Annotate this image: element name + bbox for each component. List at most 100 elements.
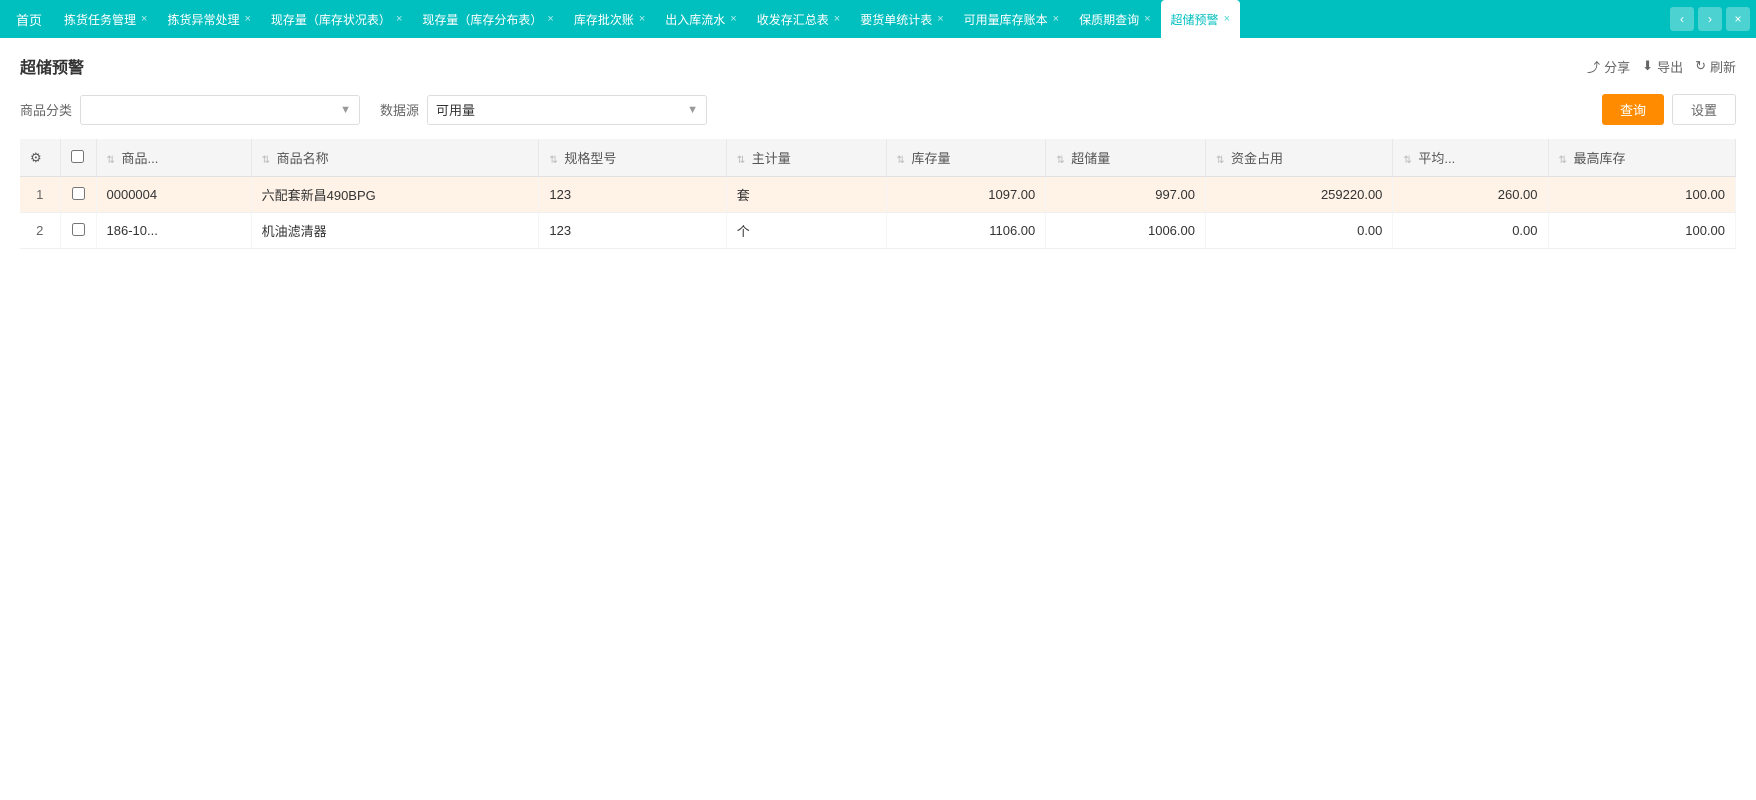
sort-icon: ⇅ <box>897 155 905 166</box>
sort-icon: ⇅ <box>1056 155 1064 166</box>
settings-button[interactable]: 设置 <box>1672 94 1736 125</box>
cell-product-name: 机油滤清器 <box>251 213 539 249</box>
top-navigation: 首页 拣货任务管理 × 拣货异常处理 × 现存量（库存状况表） × 现存量（库存… <box>0 0 1756 38</box>
tab-chaocuyujing[interactable]: 超储预警 × <box>1161 0 1240 38</box>
row-checkbox-cell[interactable] <box>60 177 96 213</box>
col-header-overflow[interactable]: ⇅ 超储量 <box>1046 139 1206 177</box>
category-label: 商品分类 <box>20 100 72 119</box>
col-header-stock[interactable]: ⇅ 库存量 <box>886 139 1046 177</box>
home-tab[interactable]: 首页 <box>4 0 54 38</box>
col-label-product-code: 商品... <box>122 151 159 166</box>
cell-product-code: 186-10... <box>96 213 251 249</box>
select-all-checkbox[interactable] <box>71 150 84 163</box>
table-header-row: ⚙ ⇅ 商品... ⇅ 商品名称 ⇅ 规格型号 ⇅ <box>20 139 1736 177</box>
chevron-down-icon: ▼ <box>340 104 351 116</box>
close-icon[interactable]: × <box>639 13 645 25</box>
table-row: 2 186-10... 机油滤清器 123 个 1106.00 1006.00 … <box>20 213 1736 249</box>
col-label-avg: 平均... <box>1418 151 1455 166</box>
sort-icon: ⇅ <box>737 155 745 166</box>
tab-xiancunliang-zhuangkuang[interactable]: 现存量（库存状况表） × <box>261 0 412 38</box>
cell-unit: 个 <box>726 213 886 249</box>
col-header-max-stock[interactable]: ⇅ 最高库存 <box>1548 139 1735 177</box>
tab-shofacunhuizong[interactable]: 收发存汇总表 × <box>747 0 850 38</box>
col-label-overflow: 超储量 <box>1071 151 1110 166</box>
cell-avg: 260.00 <box>1393 177 1548 213</box>
datasource-select[interactable]: 可用量 ▼ <box>427 95 707 125</box>
header-actions: ⤴ 分享 ⬇ 导出 ↻ 刷新 <box>1587 57 1736 76</box>
cell-product-code: 0000004 <box>96 177 251 213</box>
query-button[interactable]: 查询 <box>1602 94 1664 125</box>
close-icon[interactable]: × <box>937 13 943 25</box>
col-label-unit: 主计量 <box>752 151 791 166</box>
tab-yaohuo[interactable]: 要货单统计表 × <box>850 0 953 38</box>
close-icon[interactable]: × <box>730 13 736 25</box>
gear-icon: ⚙ <box>30 150 42 165</box>
tab-jianhuorenwuguanli[interactable]: 拣货任务管理 × <box>54 0 157 38</box>
cell-unit: 套 <box>726 177 886 213</box>
cell-capital: 0.00 <box>1205 213 1392 249</box>
col-header-product-name[interactable]: ⇅ 商品名称 <box>251 139 539 177</box>
share-icon: ⤴ <box>1587 57 1600 76</box>
col-header-spec[interactable]: ⇅ 规格型号 <box>539 139 726 177</box>
page-content: 超储预警 ⤴ 分享 ⬇ 导出 ↻ 刷新 商品分类 ▼ 数据源 <box>0 38 1756 265</box>
table-row: 1 0000004 六配套新昌490BPG 123 套 1097.00 997.… <box>20 177 1736 213</box>
col-header-capital[interactable]: ⇅ 资金占用 <box>1205 139 1392 177</box>
tab-xiancunliang-fenbiao[interactable]: 现存量（库存分布表） × <box>412 0 563 38</box>
nav-close-arrow[interactable]: × <box>1726 7 1750 31</box>
col-header-avg[interactable]: ⇅ 平均... <box>1393 139 1548 177</box>
datasource-select-value: 可用量 <box>436 100 475 119</box>
row-checkbox[interactable] <box>72 223 85 236</box>
cell-avg: 0.00 <box>1393 213 1548 249</box>
tab-kucunpicizh[interactable]: 库存批次账 × <box>564 0 655 38</box>
settings-col-header[interactable]: ⚙ <box>20 139 60 177</box>
col-label-stock: 库存量 <box>912 151 951 166</box>
share-button[interactable]: ⤴ 分享 <box>1587 57 1630 76</box>
cell-stock: 1106.00 <box>886 213 1046 249</box>
row-checkbox[interactable] <box>72 187 85 200</box>
row-index: 2 <box>20 213 60 249</box>
close-icon[interactable]: × <box>1053 13 1059 25</box>
datasource-label: 数据源 <box>380 100 419 119</box>
col-label-product-name: 商品名称 <box>277 151 329 166</box>
col-header-unit[interactable]: ⇅ 主计量 <box>726 139 886 177</box>
refresh-icon: ↻ <box>1695 58 1706 74</box>
filter-buttons: 查询 设置 <box>1602 94 1736 125</box>
sort-icon: ⇅ <box>107 155 115 166</box>
tab-churukuliushui[interactable]: 出入库流水 × <box>655 0 746 38</box>
close-icon[interactable]: × <box>834 13 840 25</box>
datasource-filter: 数据源 可用量 ▼ <box>380 95 707 125</box>
data-table: ⚙ ⇅ 商品... ⇅ 商品名称 ⇅ 规格型号 ⇅ <box>20 139 1736 249</box>
category-select[interactable]: ▼ <box>80 95 360 125</box>
cell-overflow: 1006.00 <box>1046 213 1206 249</box>
close-icon[interactable]: × <box>141 13 147 25</box>
row-checkbox-cell[interactable] <box>60 213 96 249</box>
nav-next-arrow[interactable]: › <box>1698 7 1722 31</box>
nav-prev-arrow[interactable]: ‹ <box>1670 7 1694 31</box>
sort-icon: ⇅ <box>1559 155 1567 166</box>
tab-keyongliang[interactable]: 可用量库存账本 × <box>954 0 1069 38</box>
tab-jianhuoyichangchuli[interactable]: 拣货异常处理 × <box>157 0 260 38</box>
sort-icon: ⇅ <box>549 155 557 166</box>
checkbox-col-header[interactable] <box>60 139 96 177</box>
close-icon[interactable]: × <box>547 13 553 25</box>
col-label-capital: 资金占用 <box>1231 151 1283 166</box>
tab-baozhi[interactable]: 保质期查询 × <box>1069 0 1160 38</box>
chevron-down-icon: ▼ <box>687 104 698 116</box>
refresh-button[interactable]: ↻ 刷新 <box>1695 57 1736 76</box>
close-icon[interactable]: × <box>396 13 402 25</box>
category-filter: 商品分类 ▼ <box>20 95 360 125</box>
sort-icon: ⇅ <box>262 155 270 166</box>
row-index: 1 <box>20 177 60 213</box>
page-title: 超储预警 <box>20 54 84 78</box>
export-icon: ⬇ <box>1642 58 1653 74</box>
sort-icon: ⇅ <box>1216 155 1224 166</box>
cell-stock: 1097.00 <box>886 177 1046 213</box>
page-header: 超储预警 ⤴ 分享 ⬇ 导出 ↻ 刷新 <box>20 54 1736 78</box>
col-label-spec: 规格型号 <box>564 151 616 166</box>
sort-icon: ⇅ <box>1403 155 1411 166</box>
close-icon[interactable]: × <box>1144 13 1150 25</box>
col-header-product-code[interactable]: ⇅ 商品... <box>96 139 251 177</box>
export-button[interactable]: ⬇ 导出 <box>1642 57 1683 76</box>
close-icon[interactable]: × <box>1224 13 1230 25</box>
close-icon[interactable]: × <box>244 13 250 25</box>
